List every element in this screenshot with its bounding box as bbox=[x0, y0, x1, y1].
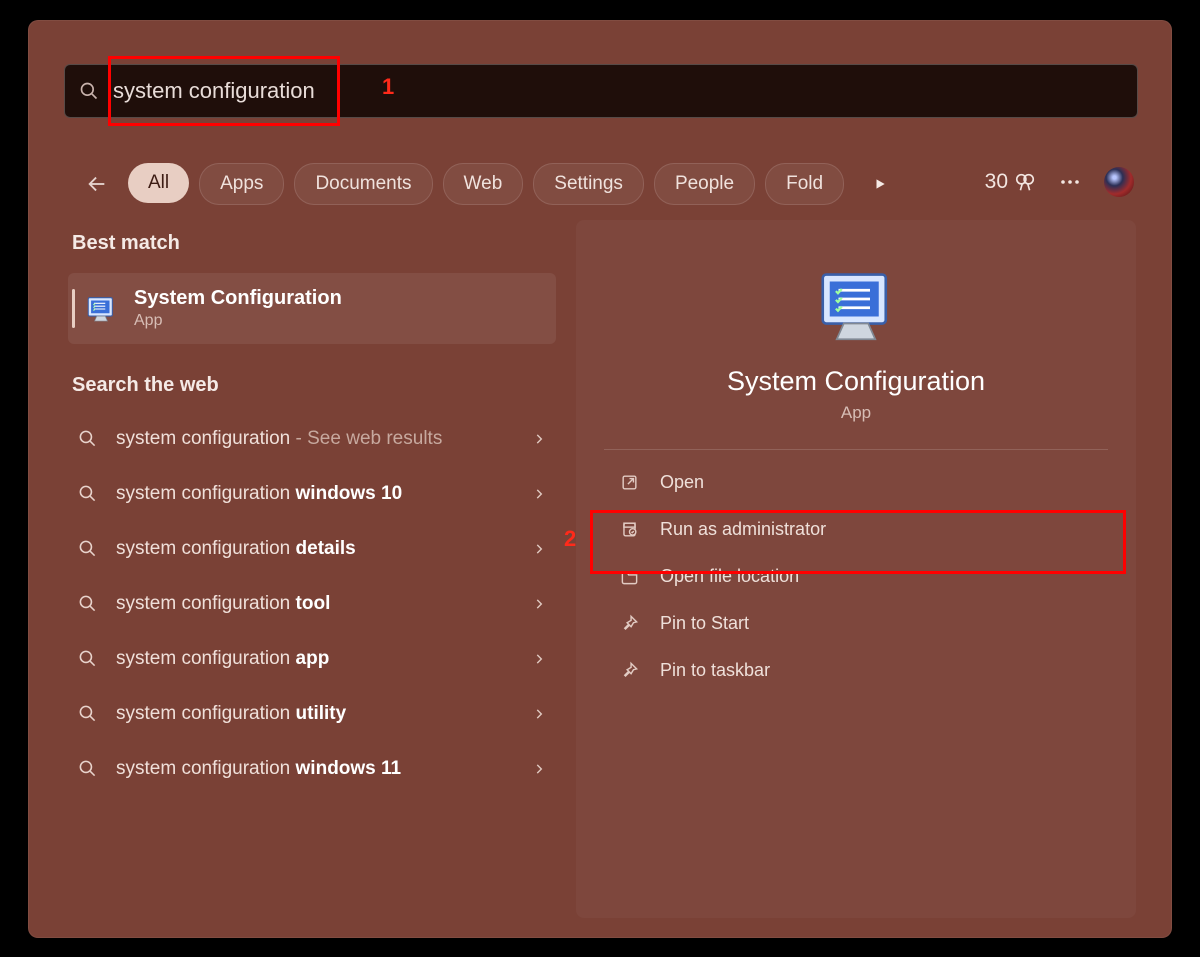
search-icon bbox=[76, 594, 98, 613]
action-label: Run as administrator bbox=[660, 519, 826, 540]
filter-all[interactable]: All bbox=[128, 163, 189, 203]
results-column: Best match System Configuration App Sear… bbox=[68, 232, 556, 796]
web-result-6[interactable]: system configuration windows 11 bbox=[68, 741, 556, 796]
web-result-text: system configuration windows 11 bbox=[116, 756, 514, 782]
best-match-heading: Best match bbox=[72, 232, 556, 255]
web-result-text: system configuration app bbox=[116, 646, 514, 672]
profile-avatar[interactable] bbox=[1104, 167, 1134, 197]
web-result-2[interactable]: system configuration details bbox=[68, 521, 556, 576]
open-icon bbox=[618, 473, 640, 492]
web-result-3[interactable]: system configuration tool bbox=[68, 576, 556, 631]
best-match-item[interactable]: System Configuration App bbox=[68, 273, 556, 344]
web-result-4[interactable]: system configuration app bbox=[68, 631, 556, 686]
search-icon bbox=[76, 539, 98, 558]
web-result-0[interactable]: system configuration - See web results bbox=[68, 411, 556, 466]
search-box[interactable] bbox=[64, 64, 1138, 118]
chevron-right-icon bbox=[532, 597, 546, 611]
action-label: Open bbox=[660, 472, 704, 493]
web-result-5[interactable]: system configuration utility bbox=[68, 686, 556, 741]
detail-app-icon bbox=[576, 264, 1136, 348]
web-result-text: system configuration tool bbox=[116, 591, 514, 617]
search-panel: 1 AllAppsDocumentsWebSettingsPeopleFold … bbox=[28, 20, 1172, 938]
more-button[interactable] bbox=[1058, 170, 1082, 194]
folder-icon bbox=[618, 567, 640, 586]
scroll-filters-button[interactable] bbox=[860, 164, 900, 204]
detail-title: System Configuration bbox=[576, 366, 1136, 397]
filter-apps[interactable]: Apps bbox=[199, 163, 284, 205]
filter-fold[interactable]: Fold bbox=[765, 163, 844, 205]
filter-people[interactable]: People bbox=[654, 163, 755, 205]
web-result-text: system configuration windows 10 bbox=[116, 481, 514, 507]
pin-icon bbox=[618, 614, 640, 633]
back-button[interactable] bbox=[80, 167, 114, 201]
search-icon bbox=[76, 484, 98, 503]
chevron-right-icon bbox=[532, 487, 546, 501]
search-icon bbox=[76, 429, 98, 448]
filter-settings[interactable]: Settings bbox=[533, 163, 644, 205]
medal-icon bbox=[1014, 171, 1036, 193]
action-label: Pin to Start bbox=[660, 613, 749, 634]
web-result-text: system configuration utility bbox=[116, 701, 514, 727]
action-open[interactable]: Open bbox=[588, 460, 1124, 505]
search-icon bbox=[79, 81, 99, 101]
detail-pane: System Configuration App Open Run as admi… bbox=[576, 220, 1136, 918]
points-value: 30 bbox=[985, 170, 1008, 194]
pin-icon bbox=[618, 661, 640, 680]
rewards-points[interactable]: 30 bbox=[985, 170, 1036, 194]
selection-indicator bbox=[72, 289, 75, 328]
web-result-text: system configuration - See web results bbox=[116, 426, 514, 452]
chevron-right-icon bbox=[532, 652, 546, 666]
best-match-subtitle: App bbox=[134, 312, 342, 330]
action-run-as-administrator[interactable]: Run as administrator bbox=[588, 507, 1124, 552]
action-pin-to-taskbar[interactable]: Pin to taskbar bbox=[588, 648, 1124, 693]
best-match-title: System Configuration bbox=[134, 287, 342, 310]
system-configuration-icon bbox=[84, 292, 118, 326]
divider bbox=[604, 449, 1108, 450]
filter-row: AllAppsDocuments WebSettingsPeopleFold bbox=[80, 154, 1132, 214]
search-icon bbox=[76, 649, 98, 668]
search-input[interactable] bbox=[111, 77, 1137, 105]
web-result-text: system configuration details bbox=[116, 536, 514, 562]
chevron-right-icon bbox=[532, 707, 546, 721]
chevron-right-icon bbox=[532, 762, 546, 776]
search-icon bbox=[76, 759, 98, 778]
filter-documents[interactable]: Documents bbox=[294, 163, 432, 205]
chevron-right-icon bbox=[532, 432, 546, 446]
detail-subtitle: App bbox=[576, 403, 1136, 423]
web-result-1[interactable]: system configuration windows 10 bbox=[68, 466, 556, 521]
action-open-file-location[interactable]: Open file location bbox=[588, 554, 1124, 599]
action-pin-to-start[interactable]: Pin to Start bbox=[588, 601, 1124, 646]
action-label: Pin to taskbar bbox=[660, 660, 770, 681]
filter-web[interactable]: Web bbox=[443, 163, 524, 205]
search-icon bbox=[76, 704, 98, 723]
header-right-cluster: 30 bbox=[985, 160, 1134, 204]
chevron-right-icon bbox=[532, 542, 546, 556]
web-results-heading: Search the web bbox=[72, 374, 556, 397]
annotation-label-2: 2 bbox=[564, 526, 576, 552]
action-label: Open file location bbox=[660, 566, 799, 587]
admin-icon bbox=[618, 520, 640, 539]
